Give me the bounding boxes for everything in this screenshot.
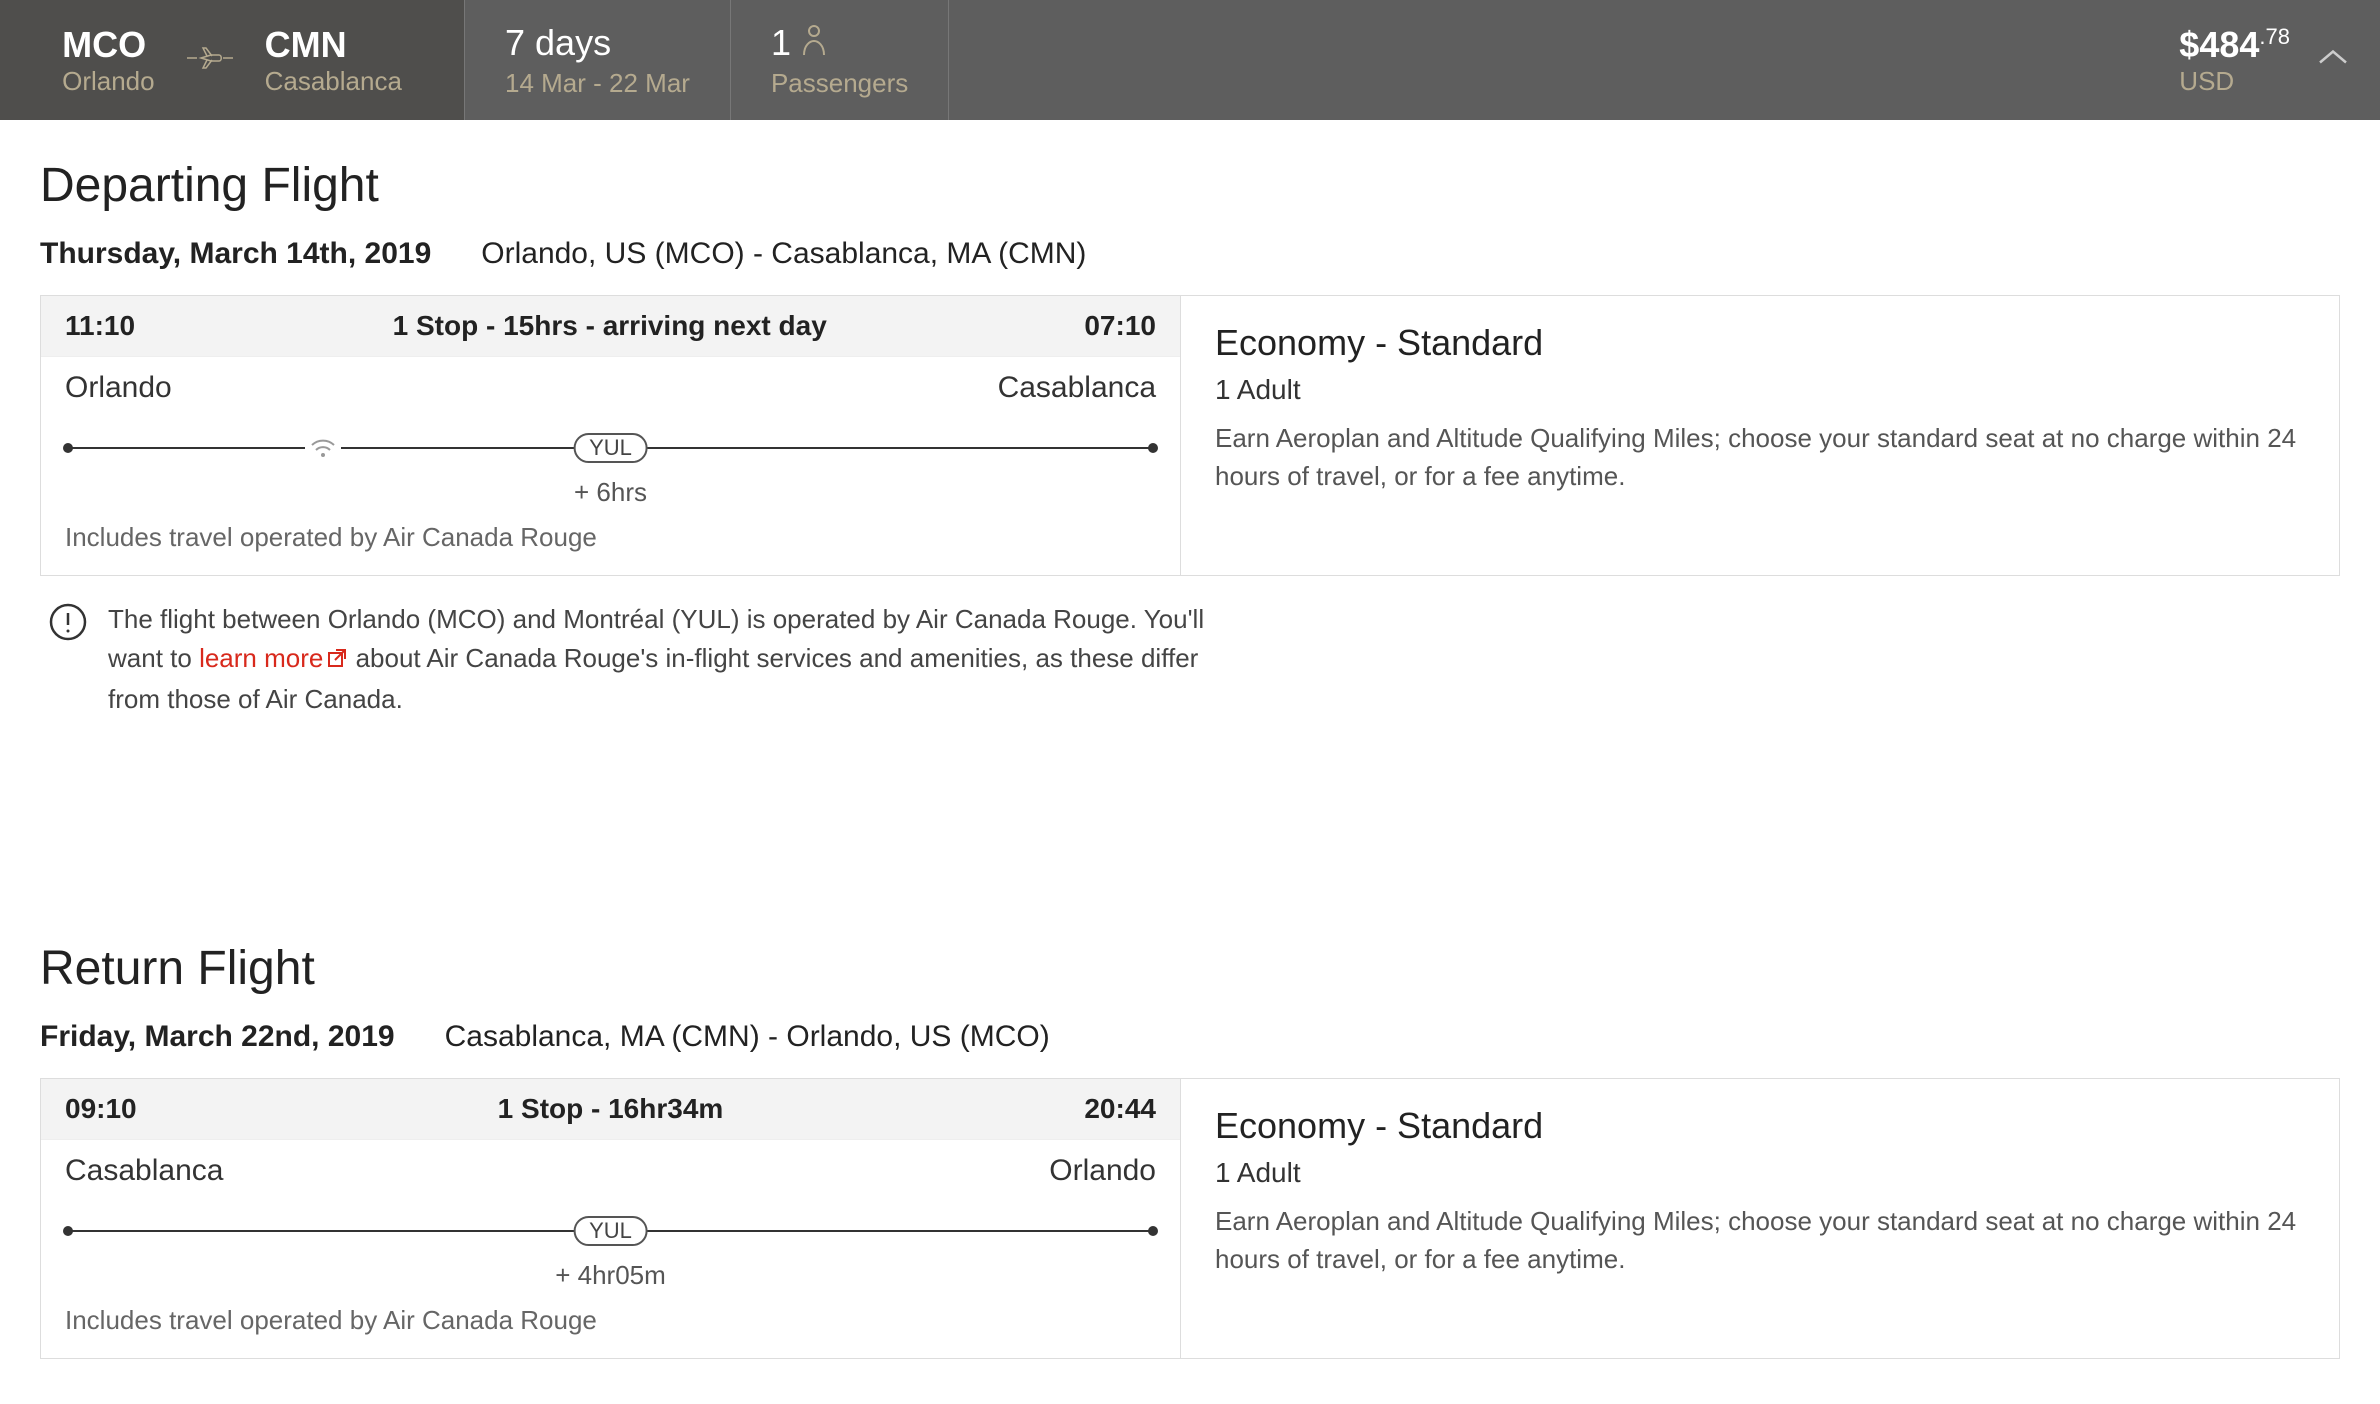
arr-time: 20:44 xyxy=(1084,1093,1156,1125)
dep-time: 09:10 xyxy=(65,1093,137,1125)
flight-cities-row: Casablanca Orlando xyxy=(41,1140,1180,1194)
arr-time: 07:10 xyxy=(1084,310,1156,342)
origin-code: MCO xyxy=(62,24,155,66)
fare-desc: Earn Aeroplan and Altitude Qualifying Mi… xyxy=(1215,420,2305,495)
arr-city: Orlando xyxy=(1049,1154,1156,1188)
operator-note: Includes travel operated by Air Canada R… xyxy=(41,1305,1180,1358)
return-route: Casablanca, MA (CMN) - Orlando, US (MCO) xyxy=(445,1020,1050,1054)
flight-summary: 1 Stop - 16hr34m xyxy=(498,1093,724,1125)
departing-flight-card: 11:10 1 Stop - 15hrs - arriving next day… xyxy=(40,296,2340,576)
fare-pax: 1 Adult xyxy=(1215,1157,2305,1189)
fare-title: Economy - Standard xyxy=(1215,1105,2305,1147)
fare-pax: 1 Adult xyxy=(1215,374,2305,406)
layover-duration: + 6hrs xyxy=(41,477,1180,508)
price-amount: $484.78 xyxy=(2179,24,2290,66)
fare-details: Economy - Standard 1 Adult Earn Aeroplan… xyxy=(1181,296,2339,575)
duration-segment[interactable]: 7 days 14 Mar - 22 Mar xyxy=(465,0,731,120)
stop-badge[interactable]: YUL xyxy=(573,1216,648,1246)
rouge-notice: The flight between Orlando (MCO) and Mon… xyxy=(40,576,1220,743)
wifi-icon xyxy=(305,435,341,464)
price-segment[interactable]: $484.78 USD xyxy=(2139,0,2380,120)
dep-city: Casablanca xyxy=(65,1154,223,1188)
flight-summary: 1 Stop - 15hrs - arriving next day xyxy=(393,310,827,342)
flight-timeline: YUL xyxy=(65,429,1156,469)
fare-title: Economy - Standard xyxy=(1215,322,2305,364)
external-link-icon xyxy=(326,645,348,675)
flight-times-row: 09:10 1 Stop - 16hr34m 20:44 xyxy=(41,1079,1180,1140)
operator-note: Includes travel operated by Air Canada R… xyxy=(41,522,1180,575)
return-date-route: Friday, March 22nd, 2019 Casablanca, MA … xyxy=(40,1020,2340,1079)
arr-city: Casablanca xyxy=(998,371,1156,405)
header-spacer xyxy=(949,0,2139,120)
route-segment[interactable]: MCO Orlando CMN Casablanca xyxy=(0,0,465,120)
summary-header: MCO Orlando CMN Casablanca 7 days 14 Mar… xyxy=(0,0,2380,120)
dep-time: 11:10 xyxy=(65,310,135,342)
plane-icon xyxy=(185,41,235,80)
chevron-up-icon[interactable] xyxy=(2316,48,2350,73)
flight-times-row: 11:10 1 Stop - 15hrs - arriving next day… xyxy=(41,296,1180,357)
fare-details: Economy - Standard 1 Adult Earn Aeroplan… xyxy=(1181,1079,2339,1358)
dep-city: Orlando xyxy=(65,371,172,405)
return-date: Friday, March 22nd, 2019 xyxy=(40,1020,395,1054)
dest-city: Casablanca xyxy=(265,66,402,97)
passengers-segment[interactable]: 1 Passengers xyxy=(731,0,949,120)
layover-duration: + 4hr05m xyxy=(41,1260,1180,1291)
dest-block: CMN Casablanca xyxy=(265,24,402,97)
duration-label: 7 days xyxy=(505,22,690,64)
dest-code: CMN xyxy=(265,24,402,66)
pax-label: Passengers xyxy=(771,68,908,99)
stop-badge[interactable]: YUL xyxy=(573,433,648,463)
origin-block: MCO Orlando xyxy=(62,24,155,97)
departing-route: Orlando, US (MCO) - Casablanca, MA (CMN) xyxy=(481,237,1086,271)
departing-date-route: Thursday, March 14th, 2019 Orlando, US (… xyxy=(40,237,2340,296)
flight-details[interactable]: 09:10 1 Stop - 16hr34m 20:44 Casablanca … xyxy=(41,1079,1181,1358)
price-currency: USD xyxy=(2179,66,2290,97)
flight-cities-row: Orlando Casablanca xyxy=(41,357,1180,411)
departing-date: Thursday, March 14th, 2019 xyxy=(40,237,431,271)
date-range: 14 Mar - 22 Mar xyxy=(505,68,690,99)
notice-text: The flight between Orlando (MCO) and Mon… xyxy=(108,600,1220,719)
origin-city: Orlando xyxy=(62,66,155,97)
flight-details[interactable]: 11:10 1 Stop - 15hrs - arriving next day… xyxy=(41,296,1181,575)
departing-title: Departing Flight xyxy=(40,158,2340,213)
person-icon xyxy=(801,23,827,62)
learn-more-link[interactable]: learn more xyxy=(199,643,323,673)
flight-timeline: YUL xyxy=(65,1212,1156,1252)
return-title: Return Flight xyxy=(40,941,2340,996)
pax-count: 1 xyxy=(771,22,791,64)
alert-icon xyxy=(48,602,88,719)
fare-desc: Earn Aeroplan and Altitude Qualifying Mi… xyxy=(1215,1203,2305,1278)
return-flight-card: 09:10 1 Stop - 16hr34m 20:44 Casablanca … xyxy=(40,1079,2340,1359)
